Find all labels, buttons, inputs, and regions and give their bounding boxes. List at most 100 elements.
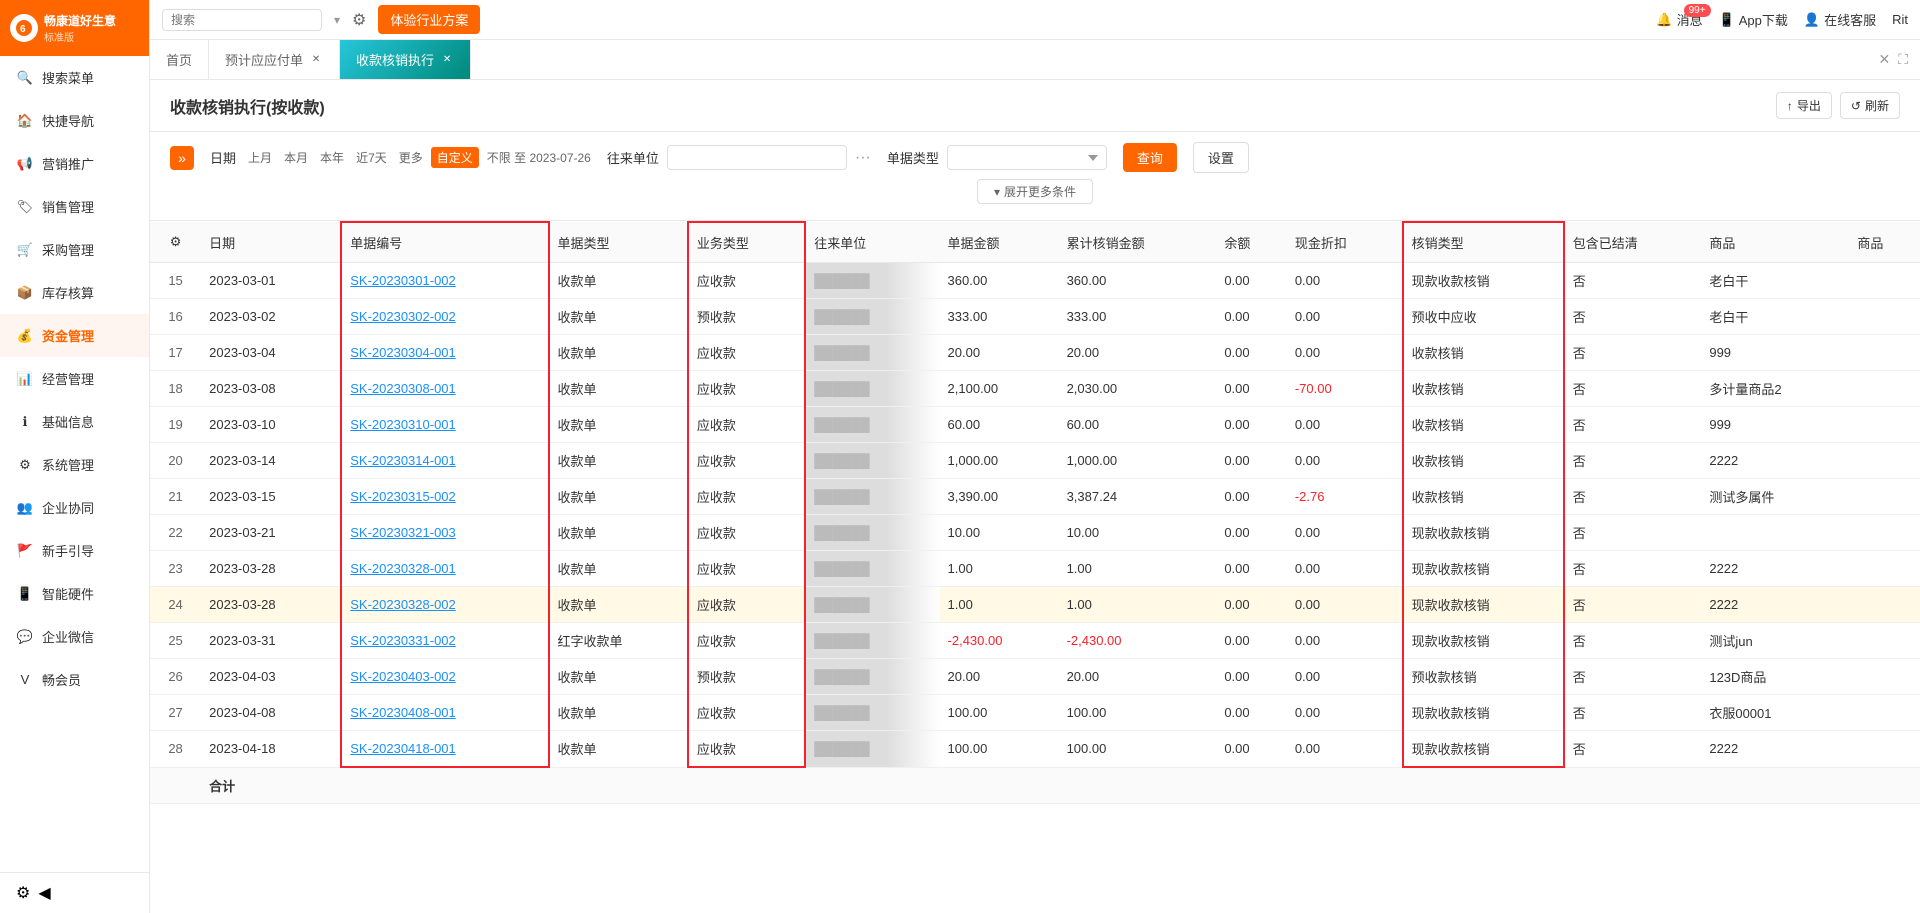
this-year-button[interactable]: 本年 [316, 147, 348, 168]
cell-date: 2023-03-02 [201, 299, 341, 335]
app-download-button[interactable]: 📱 App下载 [1719, 10, 1788, 29]
collapse-icon[interactable]: ◀ [38, 883, 50, 903]
cell-goods: 2222 [1701, 443, 1849, 479]
logo-text: 畅康道好生意 [44, 12, 116, 29]
sidebar-item-basic[interactable]: ℹ 基础信息 [0, 400, 149, 443]
sidebar-item-search[interactable]: 🔍 搜索菜单 [0, 56, 149, 99]
col-header-amount[interactable]: 单据金额 [940, 222, 1059, 263]
last-month-button[interactable]: 上月 [244, 147, 276, 168]
sidebar-item-operations[interactable]: 📊 经营管理 [0, 357, 149, 400]
col-header-partner[interactable]: 往来单位 [805, 222, 939, 263]
sidebar-item-guide[interactable]: 🚩 新手引导 [0, 529, 149, 572]
col-header-goods2[interactable]: 商品 [1849, 222, 1920, 263]
cell-bill-no: SK-20230308-001 [341, 371, 548, 407]
export-button[interactable]: ↑ 导出 [1776, 92, 1832, 119]
filter-settings-button[interactable]: 设置 [1193, 142, 1249, 173]
last-7days-button[interactable]: 近7天 [352, 147, 391, 168]
col-header-date[interactable]: 日期 [201, 222, 341, 263]
online-service-button[interactable]: 👤 在线客服 [1804, 10, 1876, 29]
cell-writeoff-type: 收款核销 [1403, 479, 1564, 515]
col-header-discount[interactable]: 现金折扣 [1287, 222, 1403, 263]
notice-badge: 99+ [1684, 4, 1711, 17]
notice-button[interactable]: 🔔 消息 99+ [1656, 10, 1702, 29]
gear-settings-icon[interactable]: ⚙ [352, 10, 366, 30]
bill-no-link[interactable]: SK-20230301-002 [350, 273, 456, 288]
settings-icon[interactable]: ⚙ [16, 883, 30, 903]
cell-partner: ██████ [805, 443, 939, 479]
cell-included: 否 [1564, 407, 1702, 443]
cell-goods2 [1849, 659, 1920, 695]
col-header-included[interactable]: 包含已结清 [1564, 222, 1702, 263]
tab-pending-label: 预计应应付单 [225, 50, 303, 69]
col-header-writeoff-type[interactable]: 核销类型 [1403, 222, 1564, 263]
main-area: ▾ ⚙ 体验行业方案 🔔 消息 99+ 📱 App下载 👤 在线客服 Rit 首… [150, 0, 1920, 913]
bill-no-link[interactable]: SK-20230321-003 [350, 525, 456, 540]
cell-writeoff-type: 现款收款核销 [1403, 731, 1564, 768]
cell-balance: 0.00 [1216, 263, 1287, 299]
cell-balance: 0.00 [1216, 371, 1287, 407]
partner-filter-input[interactable] [667, 145, 847, 170]
vip-icon: V [16, 671, 34, 689]
bill-no-link[interactable]: SK-20230302-002 [350, 309, 456, 324]
bill-no-link[interactable]: SK-20230314-001 [350, 453, 456, 468]
refresh-button[interactable]: ↺ 刷新 [1840, 92, 1900, 119]
cell-included: 否 [1564, 515, 1702, 551]
query-button[interactable]: 查询 [1123, 143, 1177, 172]
table-header-row: ⚙ 日期 单据编号 单据类型 业务类型 往来单位 单据金额 累计核销金额 余额 … [150, 222, 1920, 263]
search-icon: 🔍 [16, 69, 34, 87]
sidebar-item-sales[interactable]: 🏷 销售管理 [0, 185, 149, 228]
cell-biz-type: 应收款 [688, 335, 805, 371]
sidebar-item-wechat[interactable]: 💬 企业微信 [0, 615, 149, 658]
col-header-bill-type[interactable]: 单据类型 [549, 222, 688, 263]
bill-no-link[interactable]: SK-20230331-002 [350, 633, 456, 648]
sidebar-item-purchase[interactable]: 🛒 采购管理 [0, 228, 149, 271]
cell-amount: 60.00 [940, 407, 1059, 443]
bill-no-link[interactable]: SK-20230328-002 [350, 597, 456, 612]
sidebar-item-stock[interactable]: 📦 库存核算 [0, 271, 149, 314]
tab-home[interactable]: 首页 [150, 40, 209, 79]
col-header-gear[interactable]: ⚙ [150, 222, 201, 263]
maximize-icon[interactable]: ⛶ [1898, 51, 1908, 68]
tab-collection[interactable]: 收款核销执行 ✕ [340, 40, 471, 79]
this-month-button[interactable]: 本月 [280, 147, 312, 168]
sidebar-item-finance[interactable]: 💰 资金管理 [0, 314, 149, 357]
sidebar-item-marketing[interactable]: 📢 营销推广 [0, 142, 149, 185]
custom-date-button[interactable]: 自定义 [431, 147, 479, 168]
bill-no-link[interactable]: SK-20230315-002 [350, 489, 456, 504]
col-header-written-off[interactable]: 累计核销金额 [1059, 222, 1217, 263]
speaker-icon: 📢 [16, 155, 34, 173]
bill-no-link[interactable]: SK-20230408-001 [350, 705, 456, 720]
sidebar-item-member[interactable]: V 畅会员 [0, 658, 149, 701]
industry-solution-button[interactable]: 体验行业方案 [378, 5, 480, 34]
cell-written-off: 1.00 [1059, 551, 1217, 587]
col-header-bill-no[interactable]: 单据编号 [341, 222, 548, 263]
bill-no-link[interactable]: SK-20230418-001 [350, 741, 456, 756]
col-header-goods[interactable]: 商品 [1701, 222, 1849, 263]
more-date-button[interactable]: 更多 [395, 147, 427, 168]
bill-no-link[interactable]: SK-20230328-001 [350, 561, 456, 576]
sidebar-item-hardware[interactable]: 📱 智能硬件 [0, 572, 149, 615]
bill-no-link[interactable]: SK-20230310-001 [350, 417, 456, 432]
cell-seq: 16 [150, 299, 201, 335]
bill-type-select[interactable] [947, 145, 1107, 170]
cell-written-off: 10.00 [1059, 515, 1217, 551]
close-tab-icon[interactable]: ✕ [1878, 51, 1890, 68]
sidebar-item-corp[interactable]: 👥 企业协同 [0, 486, 149, 529]
tab-pending-close[interactable]: ✕ [309, 53, 323, 67]
tab-pending[interactable]: 预计应应付单 ✕ [209, 40, 340, 79]
bill-no-link[interactable]: SK-20230304-001 [350, 345, 456, 360]
expand-more-button[interactable]: ▾ 展开更多条件 [977, 179, 1093, 204]
filter-expand-button[interactable]: » [170, 146, 194, 170]
bill-no-link[interactable]: SK-20230308-001 [350, 381, 456, 396]
sidebar-item-system[interactable]: ⚙ 系统管理 [0, 443, 149, 486]
search-input[interactable] [162, 9, 322, 31]
col-header-biz-type[interactable]: 业务类型 [688, 222, 805, 263]
cell-bill-type: 收款单 [549, 479, 688, 515]
bill-no-link[interactable]: SK-20230403-002 [350, 669, 456, 684]
tab-collection-close[interactable]: ✕ [440, 53, 454, 67]
cell-date: 2023-04-18 [201, 731, 341, 768]
cell-discount: 0.00 [1287, 515, 1403, 551]
sidebar-item-quicknav[interactable]: 🏠 快捷导航 [0, 99, 149, 142]
cell-biz-type: 应收款 [688, 515, 805, 551]
col-header-balance[interactable]: 余额 [1216, 222, 1287, 263]
